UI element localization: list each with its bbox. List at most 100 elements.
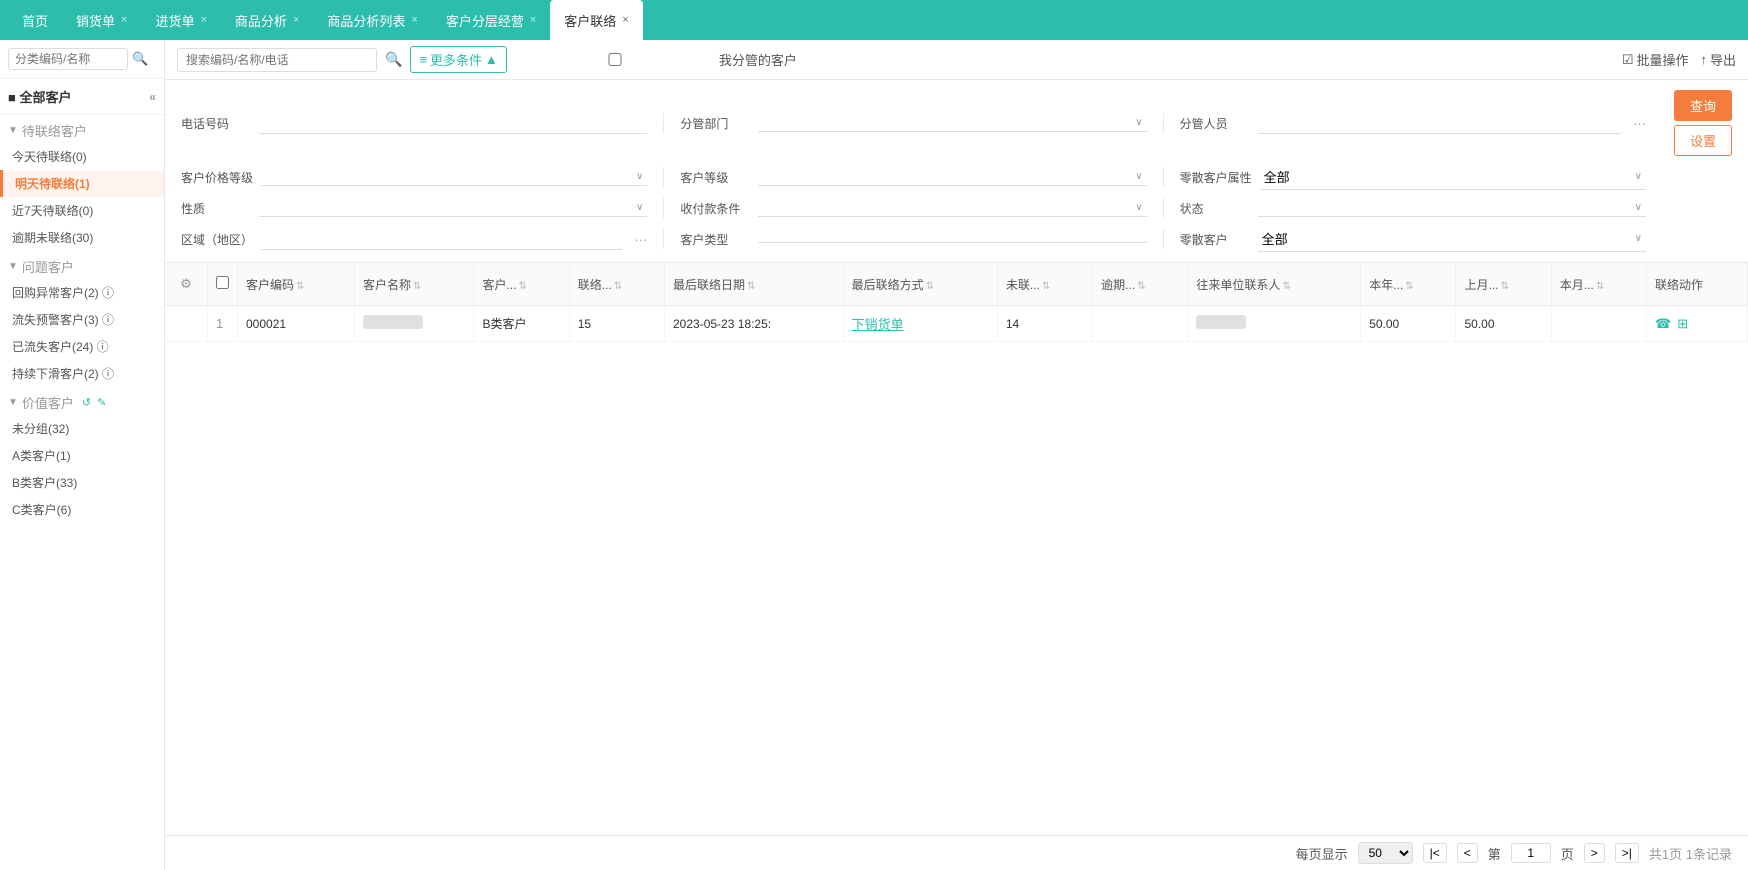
refresh-value-icon[interactable]: ↺ [82,396,91,409]
close-segments-icon[interactable]: × [530,14,536,26]
page-input[interactable] [1511,843,1551,863]
sidebar-item-class-c[interactable]: C类客户(6) [0,496,164,523]
contact-action-icon[interactable]: ☎ [1655,316,1671,332]
filter-customer-type: 客户类型 [680,231,1146,248]
edit-value-icon[interactable]: ✎ [97,396,106,409]
filter-price-level-select[interactable]: ∨ [261,168,647,186]
sidebar-item-churned[interactable]: 已流失客户(24) ⓘ [0,333,164,360]
filter-region: 区域（地区） ··· [181,229,647,250]
nav-sales[interactable]: 销货单 × [62,0,141,40]
total-records-label: 共1页 1条记录 [1649,844,1732,863]
filter-person-input[interactable] [1258,113,1621,134]
close-product-analysis-icon[interactable]: × [293,14,299,26]
search-input[interactable] [177,48,377,72]
th-last-month[interactable]: 上月...⇅ [1456,263,1551,306]
close-contact-icon[interactable]: × [622,14,628,26]
filter-scatter-attr: 零散客户属性 全部 ∨ [1180,164,1646,190]
th-last-date[interactable]: 最后联络日期⇅ [665,263,844,306]
th-overdue[interactable]: 逾期...⇅ [1093,263,1188,306]
sidebar-search-input[interactable] [8,48,128,70]
sidebar-item-churn-warning[interactable]: 流失预警客户(3) ⓘ [0,306,164,333]
th-last-method[interactable]: 最后联络方式⇅ [843,263,997,306]
all-customers-header[interactable]: ■ 全部客户 « [0,79,164,115]
nav-product-analysis[interactable]: 商品分析 × [221,0,313,40]
chevron-down-icon2: ∨ [636,171,643,182]
nav-customer-segments[interactable]: 客户分层经营 × [432,0,550,40]
search-button[interactable]: 🔍 [385,51,402,68]
last-page-button[interactable]: >| [1615,843,1639,863]
filter-row-4: 区域（地区） ··· 客户类型 零散客户 全部 [181,226,1732,252]
filter-panel: 电话号码 分管部门 ∨ 分管人员 ··· [165,80,1748,263]
sidebar-item-tomorrow-contact[interactable]: 明天待联络(1) [0,170,164,197]
column-settings-icon[interactable]: ⚙ [173,271,199,297]
sidebar-search-icon[interactable]: 🔍 [132,51,148,67]
sidebar-item-today-contact[interactable]: 今天待联络(0) [0,143,164,170]
filter-scatter-attr-select[interactable]: 全部 ∨ [1260,164,1646,190]
sidebar-item-7days-contact[interactable]: 近7天待联络(0) [0,197,164,224]
my-customers-checkbox-label[interactable]: 我分管的客户 [515,50,797,69]
close-product-list-icon[interactable]: × [411,14,417,26]
th-contact-count[interactable]: 联络...⇅ [569,263,664,306]
filter-row-2: 客户价格等级 ∨ 客户等级 ∨ 零散客户属性 [181,164,1732,190]
filter-more-button[interactable]: ≡ 更多条件 ▲ [410,46,506,73]
filter-customer-type-select[interactable] [758,236,1146,243]
filter-person-dots[interactable]: ··· [1633,116,1646,131]
my-customers-checkbox[interactable] [515,53,715,66]
nav-product-list[interactable]: 商品分析列表 × [313,0,431,40]
select-all-checkbox[interactable] [216,276,229,289]
th-settings: ⚙ [165,263,208,306]
prev-page-button[interactable]: < [1457,843,1478,863]
filter-status-select[interactable]: ∨ [1258,199,1646,217]
filter-region-input[interactable] [261,229,622,250]
top-nav: 首页 销货单 × 进货单 × 商品分析 × 商品分析列表 × 客户分层经营 × … [0,0,1748,40]
close-purchase-icon[interactable]: × [200,14,206,26]
group-value-customer[interactable]: ▼ 价值客户 ↺ ✎ [0,387,164,415]
th-year-amount[interactable]: 本年...⇅ [1361,263,1456,306]
batch-op-button[interactable]: ☑ 批量操作 [1622,50,1689,69]
group-pending-contact[interactable]: ▼ 待联络客户 [0,115,164,143]
th-contact-person[interactable]: 往来单位联系人⇅ [1188,263,1361,306]
th-code[interactable]: 客户编码⇅ [238,263,355,306]
content-area: 🔍 ≡ 更多条件 ▲ 我分管的客户 ☑ 批量操作 ↑ 导出 [165,40,1748,870]
sidebar-item-class-a[interactable]: A类客户(1) [0,442,164,469]
collapse-sidebar-icon[interactable]: « [149,90,156,104]
filter-customer-level-select[interactable]: ∨ [758,168,1146,186]
td-contact-person [1188,306,1361,342]
query-button[interactable]: 查询 [1674,90,1732,121]
reset-button[interactable]: 设置 [1674,125,1732,156]
group-problem-customer[interactable]: ▼ 问题客户 [0,251,164,279]
th-name[interactable]: 客户名称⇅ [355,263,474,306]
th-type[interactable]: 客户...⇅ [474,263,569,306]
next-page-button[interactable]: > [1584,843,1605,863]
filter-payment-terms-select[interactable]: ∨ [758,199,1146,217]
chevron-down-icon7: ∨ [1635,202,1642,213]
th-this-month[interactable]: 本月...⇅ [1551,263,1646,306]
more-action-icon[interactable]: ⊞ [1677,316,1688,332]
filter-phone-input[interactable] [259,113,647,134]
filter-scatter-customer-select[interactable]: 全部 ∨ [1258,226,1646,252]
triangle-icon3: ▼ [8,397,18,408]
export-button[interactable]: ↑ 导出 [1700,50,1736,69]
sidebar-item-ungrouped[interactable]: 未分组(32) [0,415,164,442]
th-uncontacted[interactable]: 未联...⇅ [997,263,1092,306]
filter-nature-select[interactable]: ∨ [259,199,647,217]
first-page-button[interactable]: |< [1423,843,1447,863]
filter-person-label: 分管人员 [1180,115,1250,132]
filter-customer-type-label: 客户类型 [680,231,750,248]
filter-dept-select[interactable]: ∨ [758,114,1146,132]
filter-scatter-customer-label: 零散客户 [1180,231,1250,248]
sidebar-item-class-b[interactable]: B类客户(33) [0,469,164,496]
triangle-icon: ▼ [8,125,18,136]
page-label: 第 [1488,844,1501,863]
nav-purchase[interactable]: 进货单 × [141,0,220,40]
per-page-select[interactable]: 50 100 200 [1358,842,1413,864]
sidebar-item-declining[interactable]: 持续下滑客户(2) ⓘ [0,360,164,387]
close-sales-icon[interactable]: × [121,14,127,26]
nav-home[interactable]: 首页 [8,0,62,40]
sidebar-item-repurchase-abnormal[interactable]: 回购异常客户(2) ⓘ [0,279,164,306]
sidebar-item-overdue-contact[interactable]: 逾期未联络(30) [0,224,164,251]
last-method-link[interactable]: 下销货单 [852,317,904,332]
filter-region-dots[interactable]: ··· [634,232,647,247]
triangle-icon2: ▼ [8,261,18,272]
nav-customer-contact[interactable]: 客户联络 × [550,0,642,40]
